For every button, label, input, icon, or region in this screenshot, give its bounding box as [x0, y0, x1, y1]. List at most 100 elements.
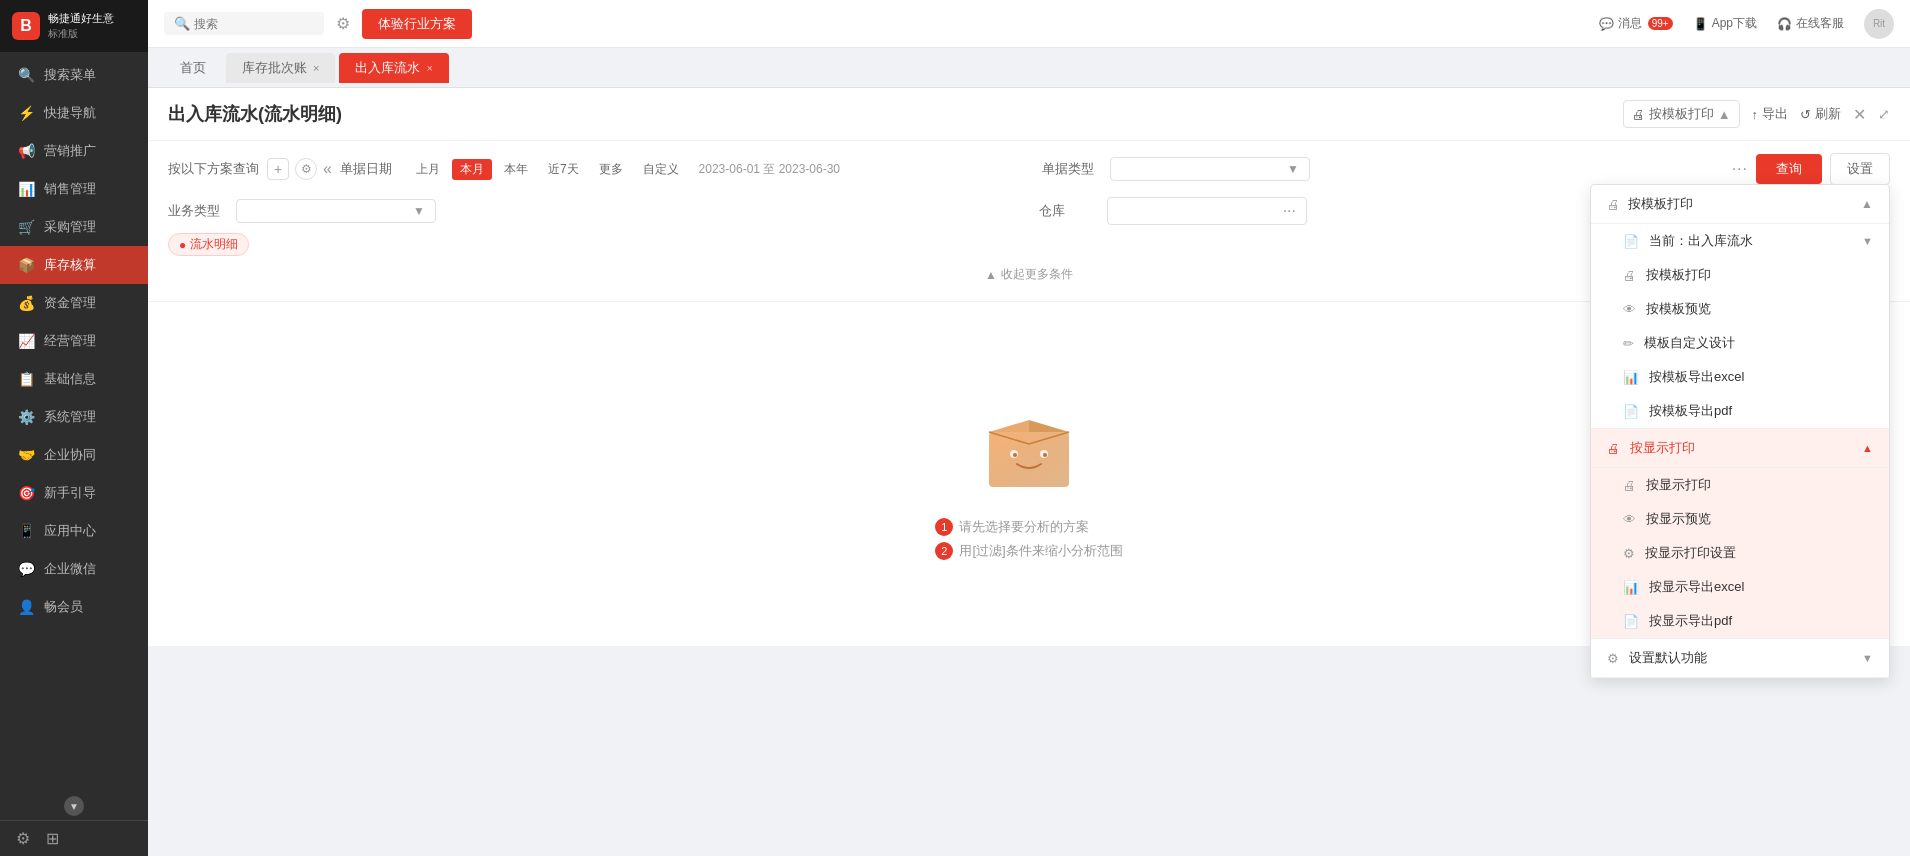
logo-icon: B: [12, 12, 40, 40]
sidebar-item-marketing[interactable]: 📢 营销推广: [0, 132, 148, 170]
dropdown-display-settings[interactable]: ⚙ 按显示打印设置: [1591, 536, 1889, 570]
chip-label: 流水明细: [190, 236, 238, 253]
export-icon: ↑: [1752, 107, 1759, 122]
topbar-gear-icon[interactable]: ⚙: [336, 14, 350, 33]
sidebar-item-app-center[interactable]: 📱 应用中心: [0, 512, 148, 550]
tab-batch-account[interactable]: 库存批次账 ×: [226, 53, 335, 83]
sidebar-item-sales[interactable]: 📊 销售管理: [0, 170, 148, 208]
sidebar-item-label: 基础信息: [44, 370, 96, 388]
filter-collapse-btn[interactable]: «: [323, 160, 332, 178]
dropdown-template-pdf[interactable]: 📄 按模板导出pdf: [1591, 394, 1889, 428]
sidebar-item-label: 采购管理: [44, 218, 96, 236]
sidebar-item-system[interactable]: ⚙️ 系统管理: [0, 398, 148, 436]
sidebar-scroll-down[interactable]: ▼: [64, 796, 84, 816]
date-tab-this-year[interactable]: 本年: [496, 159, 536, 180]
sidebar-item-quick-nav[interactable]: ⚡ 快捷导航: [0, 94, 148, 132]
dropdown-display-excel[interactable]: 📊 按显示导出excel: [1591, 570, 1889, 604]
settings-bottom-icon[interactable]: ⚙: [16, 829, 30, 848]
template-custom-label: 模板自定义设计: [1644, 334, 1735, 352]
printer-icon-dropdown: 🖨: [1607, 197, 1620, 212]
display-pdf-label: 按显示导出pdf: [1649, 612, 1732, 630]
sidebar-item-enterprise[interactable]: 🤝 企业协同: [0, 436, 148, 474]
filter-settings-btn[interactable]: ⚙: [295, 158, 317, 180]
more-options-btn[interactable]: ···: [1732, 160, 1748, 178]
message-label: 消息: [1618, 15, 1642, 32]
template-print-header-label: 按模板打印: [1628, 195, 1693, 213]
fold-icon[interactable]: ⊞: [46, 829, 59, 848]
tab-batch-account-close[interactable]: ×: [313, 62, 319, 74]
chat-icon: 💬: [16, 561, 36, 577]
filter-add-btn[interactable]: +: [267, 158, 289, 180]
empty-illustration: [969, 382, 1089, 502]
warehouse-input[interactable]: ···: [1107, 197, 1307, 225]
filter-date-group: 单据日期 上月 本月 本年 近7天 更多 自定义 2023-06-01 至 20…: [340, 159, 1022, 180]
dropdown-display-pdf[interactable]: 📄 按显示导出pdf: [1591, 604, 1889, 638]
search-input[interactable]: [194, 17, 314, 31]
sidebar-item-purchase[interactable]: 🛒 采购管理: [0, 208, 148, 246]
sidebar-item-label: 企业协同: [44, 446, 96, 464]
flow-detail-chip[interactable]: ● 流水明细: [168, 233, 249, 256]
business-type-select[interactable]: ▼: [236, 199, 436, 223]
sidebar-item-basic-info[interactable]: 📋 基础信息: [0, 360, 148, 398]
dropdown-template-preview[interactable]: 👁 按模板预览: [1591, 292, 1889, 326]
dropdown-template-custom[interactable]: ✏ 模板自定义设计: [1591, 326, 1889, 360]
app-name: 畅捷通好生意: [48, 11, 114, 26]
top-right-btns: ··· 查询 设置: [1732, 153, 1890, 185]
cart-icon: 🛒: [16, 219, 36, 235]
dropdown-display-preview[interactable]: 👁 按显示预览: [1591, 502, 1889, 536]
sidebar-item-finance[interactable]: 💰 资金管理: [0, 284, 148, 322]
sidebar-item-operation[interactable]: 📈 经营管理: [0, 322, 148, 360]
sidebar-item-wechat[interactable]: 💬 企业微信: [0, 550, 148, 588]
message-btn[interactable]: 💬 消息 99+: [1599, 15, 1673, 32]
tab-flow[interactable]: 出入库流水 ×: [339, 53, 448, 83]
expand-btn[interactable]: ⤢: [1878, 106, 1890, 122]
search-box[interactable]: 🔍: [164, 12, 324, 35]
user-avatar-btn[interactable]: Rit: [1864, 9, 1894, 39]
app-download-label: App下载: [1712, 15, 1757, 32]
sidebar-item-search[interactable]: 🔍 搜索菜单: [0, 56, 148, 94]
dropdown-display-print[interactable]: 🖨 按显示打印: [1591, 468, 1889, 502]
tab-flow-close[interactable]: ×: [426, 62, 432, 74]
template-section-header[interactable]: 🖨 按模板打印 ▲: [1591, 185, 1889, 224]
doctype-select[interactable]: ▼: [1110, 157, 1310, 181]
date-tab-custom[interactable]: 自定义: [635, 159, 687, 180]
template-print-dropdown: 🖨 按模板打印 ▲ 📄 当前：出入库流水 ▼ 🖨 按模板打印 👁 按: [1590, 184, 1890, 679]
display-excel-label: 按显示导出excel: [1649, 578, 1744, 596]
tab-home[interactable]: 首页: [164, 53, 222, 83]
topbar-right: 💬 消息 99+ 📱 App下载 🎧 在线客服 Rit: [1599, 9, 1894, 39]
sidebar-item-guide[interactable]: 🎯 新手引导: [0, 474, 148, 512]
sidebar-item-label: 应用中心: [44, 522, 96, 540]
date-tab-this-month[interactable]: 本月: [452, 159, 492, 180]
query-btn[interactable]: 查询: [1756, 154, 1822, 184]
online-service-btn[interactable]: 🎧 在线客服: [1777, 15, 1844, 32]
current-template-row[interactable]: 📄 当前：出入库流水 ▼: [1591, 224, 1889, 258]
sidebar-item-member[interactable]: 👤 畅会员: [0, 588, 148, 626]
warehouse-more-btn[interactable]: ···: [1283, 202, 1296, 220]
dropdown-template-excel[interactable]: 📊 按模板导出excel: [1591, 360, 1889, 394]
tip-num-2: 2: [935, 542, 953, 560]
date-tab-last-month[interactable]: 上月: [408, 159, 448, 180]
display-section: 🖨 按显示打印 ▲ 🖨 按显示打印 👁 按显示预览 ⚙ 按显示打印设置: [1591, 429, 1889, 638]
app-logo: B 畅捷通好生意 标准版: [0, 0, 148, 52]
app-download-btn[interactable]: 📱 App下载: [1693, 15, 1757, 32]
set-default-row[interactable]: ⚙ 设置默认功能 ▼: [1591, 639, 1889, 678]
filter-actions: + ⚙ «: [267, 158, 332, 180]
sidebar-item-inventory[interactable]: 📦 库存核算: [0, 246, 148, 284]
refresh-btn[interactable]: ↺ 刷新: [1800, 105, 1841, 123]
dropdown-template-print[interactable]: 🖨 按模板打印: [1591, 258, 1889, 292]
display-print-item-icon: 🖨: [1623, 478, 1636, 493]
date-tab-more[interactable]: 更多: [591, 159, 631, 180]
trial-btn[interactable]: 体验行业方案: [362, 9, 472, 39]
topbar: 🔍 ⚙ 体验行业方案 💬 消息 99+ 📱 App下载 🎧 在线客服 Rit: [148, 0, 1910, 48]
export-btn[interactable]: ↑ 导出: [1752, 105, 1789, 123]
filter-label: 按以下方案查询: [168, 160, 259, 178]
page-close-btn[interactable]: ✕: [1853, 105, 1866, 124]
display-print-icon: 🖨: [1607, 441, 1620, 456]
user-name: Rit: [1873, 18, 1885, 29]
mobile-icon: 📱: [16, 523, 36, 539]
display-section-header[interactable]: 🖨 按显示打印 ▲: [1591, 429, 1889, 468]
export-label: 导出: [1762, 105, 1788, 123]
template-print-btn[interactable]: 🖨 按模板打印 ▲: [1623, 100, 1740, 128]
filter-settings-right-btn[interactable]: 设置: [1830, 153, 1890, 185]
date-tab-7days[interactable]: 近7天: [540, 159, 587, 180]
